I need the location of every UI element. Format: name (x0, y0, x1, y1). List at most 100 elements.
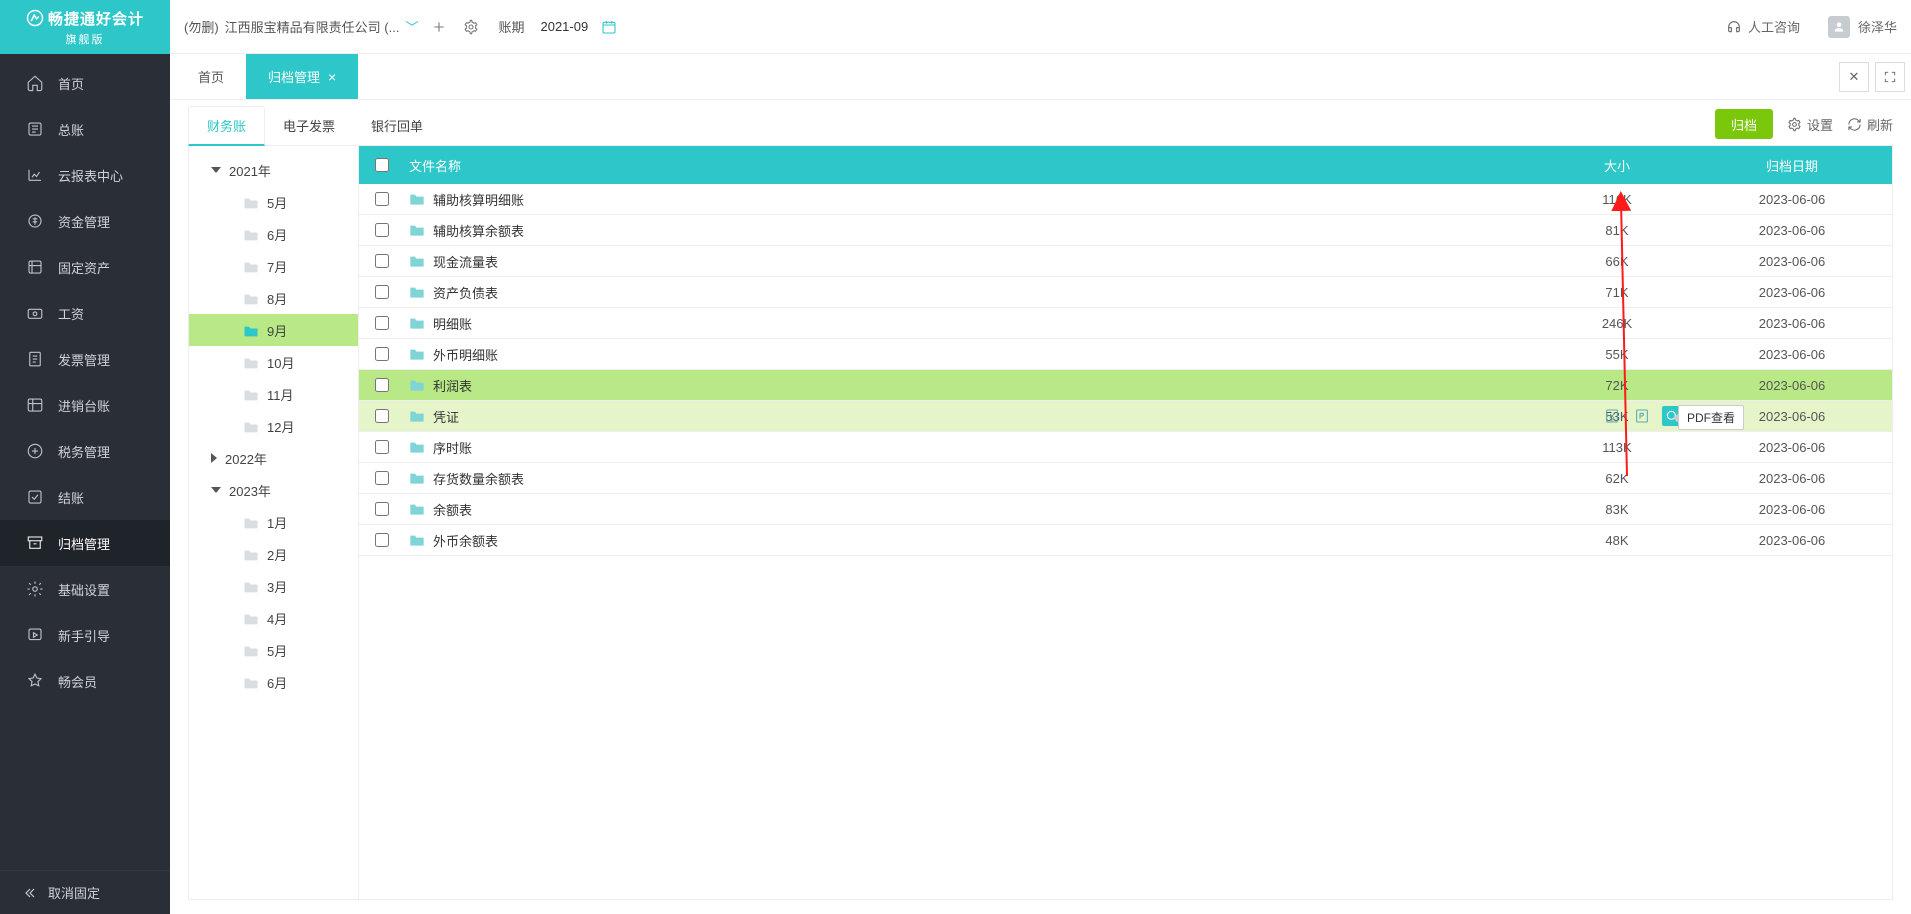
nav-item-assets[interactable]: 固定资产 (0, 244, 170, 290)
file-date: 2023-06-06 (1692, 440, 1892, 455)
file-name: 资产负债表 (433, 283, 498, 302)
nav-label: 归档管理 (58, 534, 110, 553)
calendar-icon[interactable] (598, 16, 620, 38)
row-checkbox[interactable] (375, 378, 389, 392)
file-name: 利润表 (433, 376, 472, 395)
close-icon (26, 488, 44, 506)
settings-link[interactable]: 设置 (1787, 115, 1833, 134)
tree-month[interactable]: 9月 (189, 314, 358, 346)
nav-label: 进销台账 (58, 396, 110, 415)
row-checkbox[interactable] (375, 502, 389, 516)
table-row[interactable]: 明细账246K2023-06-06 (359, 308, 1892, 339)
file-size: 81K (1542, 223, 1692, 238)
gear-icon[interactable] (460, 16, 482, 38)
table-row[interactable]: 外币余额表48K2023-06-06 (359, 525, 1892, 556)
table-row[interactable]: 存货数量余额表62K2023-06-06 (359, 463, 1892, 494)
nav-item-reports[interactable]: 云报表中心 (0, 152, 170, 198)
tree-year[interactable]: 2023年 (189, 474, 358, 506)
tree-month[interactable]: 3月 (189, 570, 358, 602)
tree-month[interactable]: 5月 (189, 186, 358, 218)
tab-home[interactable]: 首页 (176, 54, 246, 99)
tree-month[interactable]: 8月 (189, 282, 358, 314)
table-row[interactable]: 凭证53K2023-06-06PDF查看 (359, 401, 1892, 432)
tab-label: 首页 (198, 67, 224, 86)
folder-icon (243, 196, 259, 209)
nav-item-invoice[interactable]: 发票管理 (0, 336, 170, 382)
tree-month[interactable]: 11月 (189, 378, 358, 410)
caret-icon (211, 487, 221, 493)
file-size: 246K (1542, 316, 1692, 331)
period-value[interactable]: 2021-09 (540, 19, 588, 34)
nav-item-archive[interactable]: 归档管理 (0, 520, 170, 566)
row-checkbox[interactable] (375, 285, 389, 299)
tree-month[interactable]: 5月 (189, 634, 358, 666)
nav-item-settings[interactable]: 基础设置 (0, 566, 170, 612)
subtab-einv[interactable]: 电子发票 (265, 105, 353, 145)
table-header: 文件名称 大小 归档日期 (359, 146, 1892, 184)
file-name: 辅助核算明细账 (433, 190, 524, 209)
nav-item-close[interactable]: 结账 (0, 474, 170, 520)
file-icon (409, 347, 425, 361)
tree-year[interactable]: 2021年 (189, 154, 358, 186)
pdf-download-icon[interactable] (1632, 406, 1652, 426)
nav-item-guide[interactable]: 新手引导 (0, 612, 170, 658)
row-checkbox[interactable] (375, 409, 389, 423)
close-icon[interactable]: × (328, 69, 336, 85)
reports-icon (26, 166, 44, 184)
support-link[interactable]: 人工咨询 (1726, 17, 1800, 36)
user-menu[interactable]: 徐泽华 (1828, 16, 1897, 38)
fullscreen-button[interactable] (1875, 62, 1905, 92)
tree-month[interactable]: 12月 (189, 410, 358, 442)
table-row[interactable]: 利润表72K2023-06-06 (359, 370, 1892, 401)
row-checkbox[interactable] (375, 254, 389, 268)
nav-item-funds[interactable]: 资金管理 (0, 198, 170, 244)
tree-month[interactable]: 2月 (189, 538, 358, 570)
table-row[interactable]: 余额表83K2023-06-06 (359, 494, 1892, 525)
row-checkbox[interactable] (375, 347, 389, 361)
tree-month[interactable]: 6月 (189, 218, 358, 250)
nav-item-inout[interactable]: 进销台账 (0, 382, 170, 428)
company-selector[interactable]: (勿删) 江西服宝精品有限责任公司 (... ﹀ (184, 17, 418, 36)
subtab-bank[interactable]: 银行回单 (353, 105, 441, 145)
tree-month[interactable]: 6月 (189, 666, 358, 698)
file-size: 71K (1542, 285, 1692, 300)
excel-download-icon[interactable] (1602, 406, 1622, 426)
tab-archive[interactable]: 归档管理× (246, 54, 358, 99)
table-row[interactable]: 序时账113K2023-06-06 (359, 432, 1892, 463)
folder-icon (243, 324, 259, 337)
table-row[interactable]: 现金流量表66K2023-06-06 (359, 246, 1892, 277)
nav-item-tax[interactable]: 税务管理 (0, 428, 170, 474)
table-row[interactable]: 辅助核算明细账116K2023-06-06 (359, 184, 1892, 215)
nav-item-member[interactable]: 畅会员 (0, 658, 170, 704)
row-checkbox[interactable] (375, 440, 389, 454)
row-checkbox[interactable] (375, 223, 389, 237)
tree-month[interactable]: 7月 (189, 250, 358, 282)
period-label: 账期 (498, 17, 524, 36)
table-row[interactable]: 外币明细账55K2023-06-06 (359, 339, 1892, 370)
select-all-checkbox[interactable] (375, 158, 389, 172)
tree-month[interactable]: 1月 (189, 506, 358, 538)
tree-month[interactable]: 4月 (189, 602, 358, 634)
tree-month[interactable]: 10月 (189, 346, 358, 378)
row-checkbox[interactable] (375, 192, 389, 206)
table-row[interactable]: 资产负债表71K2023-06-06 (359, 277, 1892, 308)
file-name: 序时账 (433, 438, 472, 457)
close-all-button[interactable]: ✕ (1839, 62, 1869, 92)
row-checkbox[interactable] (375, 533, 389, 547)
caret-icon (211, 453, 217, 463)
nav-item-salary[interactable]: 工资 (0, 290, 170, 336)
subtab-fin[interactable]: 财务账 (188, 106, 265, 146)
archive-button[interactable]: 归档 (1715, 109, 1773, 139)
row-checkbox[interactable] (375, 471, 389, 485)
nav-item-home[interactable]: 首页 (0, 60, 170, 106)
nav-item-ledger[interactable]: 总账 (0, 106, 170, 152)
file-icon (409, 254, 425, 268)
add-icon[interactable] (428, 16, 450, 38)
refresh-link[interactable]: 刷新 (1847, 115, 1893, 134)
unpin-button[interactable]: 取消固定 (0, 870, 170, 914)
caret-icon (211, 167, 221, 173)
row-checkbox[interactable] (375, 316, 389, 330)
table-row[interactable]: 辅助核算余额表81K2023-06-06 (359, 215, 1892, 246)
folder-icon (243, 676, 259, 689)
tree-year[interactable]: 2022年 (189, 442, 358, 474)
